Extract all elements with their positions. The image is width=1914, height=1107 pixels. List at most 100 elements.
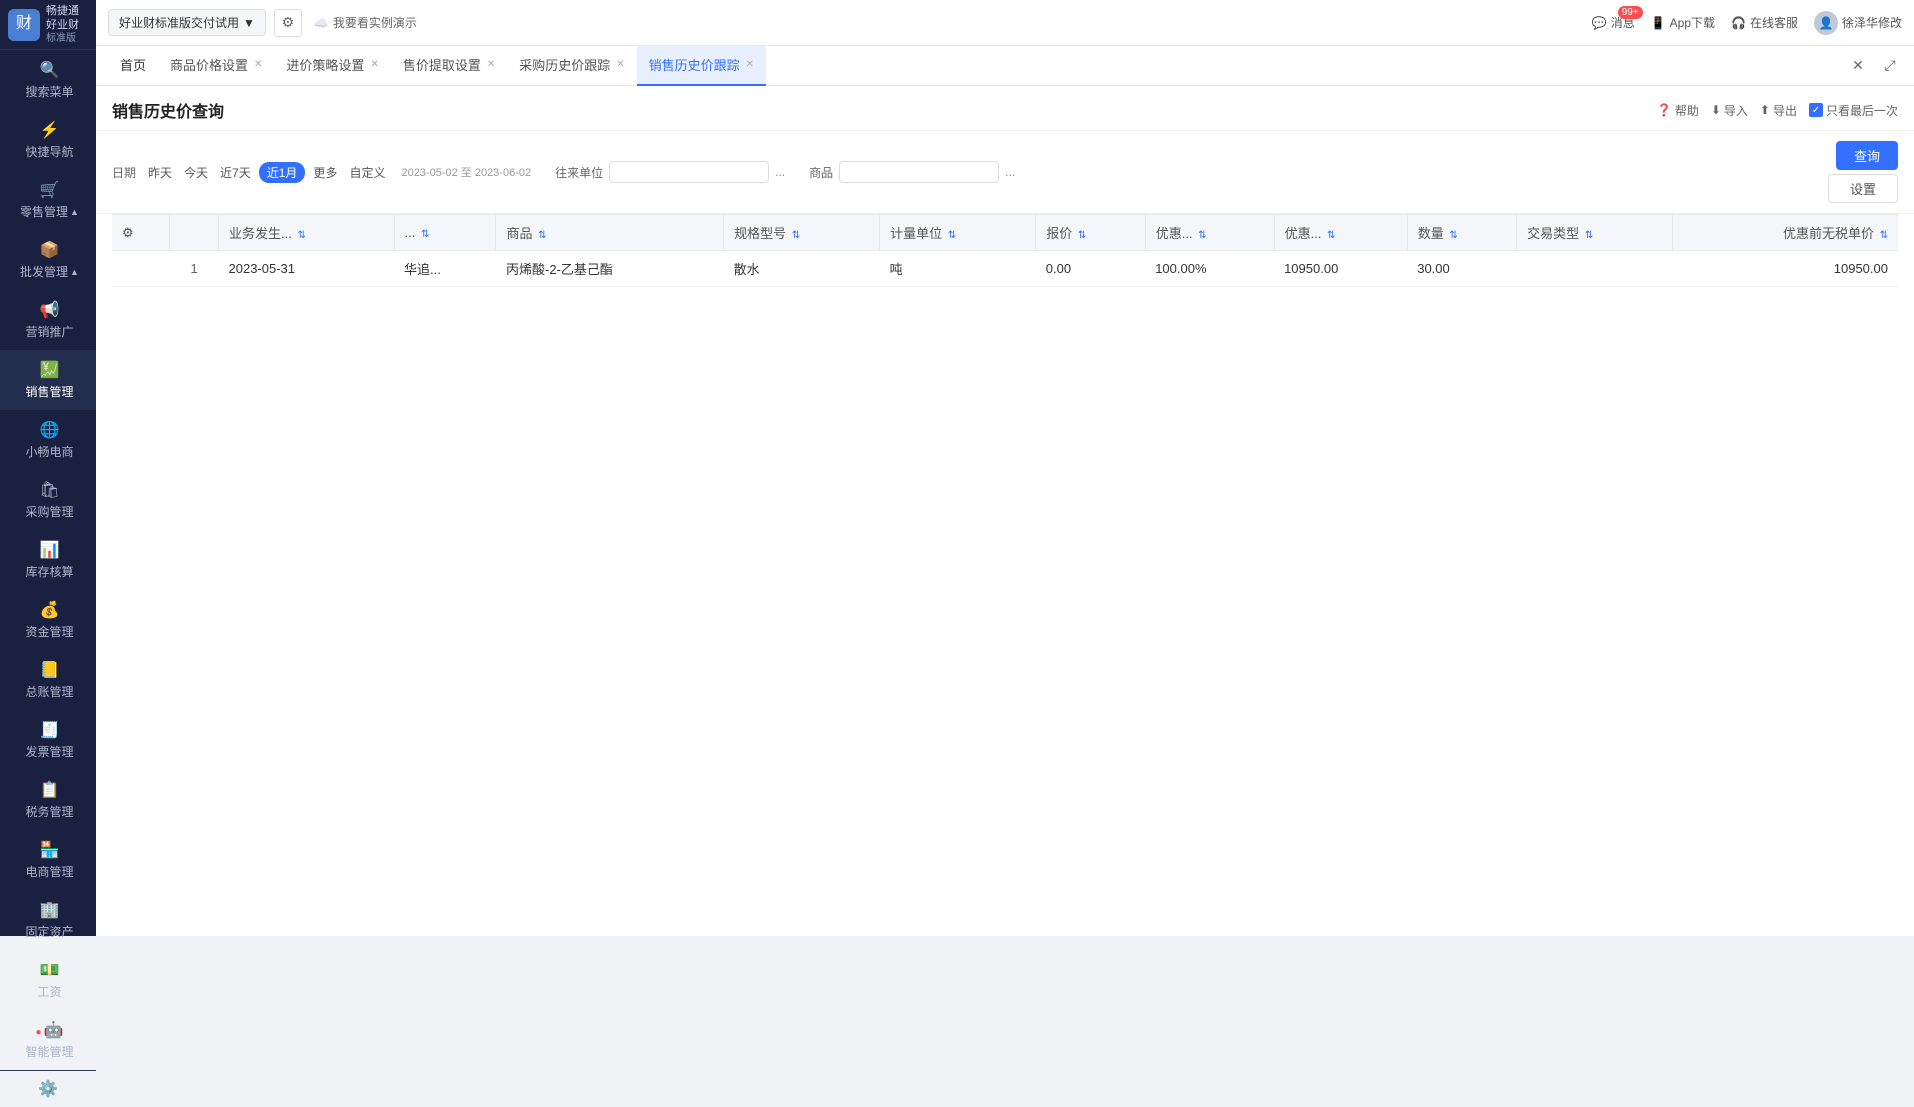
th-index [170,215,219,251]
from-unit-input[interactable] [609,161,769,183]
from-unit-label: 往来单位 [555,164,603,181]
th-price[interactable]: 报价 ⇅ [1036,215,1145,251]
th-date[interactable]: 业务发生... ⇅ [219,215,395,251]
sidebar-item-nav[interactable]: ⚡ 快捷导航 [0,110,96,170]
sidebar-item-tax[interactable]: 📋 税务管理 [0,770,96,830]
date-opt-yesterday[interactable]: 昨天 [144,162,176,183]
sidebar-item-ecom[interactable]: 🌐 小畅电商 [0,410,96,470]
th-discount2[interactable]: 优惠... ⇅ [1274,215,1407,251]
date-filter-label: 日期 [112,164,136,181]
import-icon: ⬇ [1711,103,1721,117]
date-range: 2023-05-02 至 2023-06-02 [401,164,531,180]
th-trade-type[interactable]: 交易类型 ⇅ [1517,215,1673,251]
cell-spec: 散水 [724,251,880,287]
th-quantity[interactable]: 数量 ⇅ [1407,215,1516,251]
sidebar-item-salary[interactable]: 💵 工资 [0,950,96,1010]
filter-bar: 日期 昨天 今天 近7天 近1月 更多 自定义 2023-05-02 至 202… [96,131,1914,214]
sidebar-settings[interactable]: ⚙️ [0,1070,96,1107]
last-only-checkbox[interactable]: ✓ 只看最后一次 [1809,102,1898,119]
cell-quantity: 30.00 [1407,251,1516,287]
th-config[interactable]: ⚙ [112,215,170,251]
demo-button[interactable]: ☁️ 我要看实例演示 [314,14,417,31]
tab-close-purchase-history[interactable]: ✕ [616,59,624,70]
sidebar-item-sales[interactable]: 💹 销售管理 [0,350,96,410]
page-actions: ❓ 帮助 ⬇ 导入 ⬆ 导出 ✓ 只看最后一次 [1657,102,1898,119]
tab-purchase-history[interactable]: 采购历史价跟踪 ✕ [507,46,636,86]
version-dropdown[interactable]: 好业财标准版交付试用 ▼ [108,9,266,36]
wholesale-icon: 📦 [40,240,60,260]
sales-icon: 💹 [40,360,60,380]
settings-button[interactable]: 设置 [1828,174,1898,203]
sidebar-item-ecommerce[interactable]: 🏪 电商管理 [0,830,96,890]
from-unit-filter: 往来单位 ... [555,161,785,183]
date-opt-custom[interactable]: 自定义 [345,162,389,183]
tax-icon: 📋 [40,780,60,800]
checkbox-checked-icon: ✓ [1809,103,1823,117]
sidebar-item-assets[interactable]: 🏢 固定资产 [0,890,96,950]
product-input[interactable] [839,161,999,183]
table-container: ⚙ 业务发生... ⇅ ... ⇅ 商品 ⇅ [96,214,1914,936]
user-menu-button[interactable]: 👤 徐泽华修改 [1814,11,1902,35]
th-pretax-price[interactable]: 优惠前无税单价 ⇅ [1673,215,1898,251]
smart-icon: ●🤖 [36,1020,64,1040]
date-opt-1month[interactable]: 近1月 [259,162,306,183]
tab-price[interactable]: 商品价格设置 ✕ [158,46,274,86]
sidebar-item-marketing[interactable]: 📢 营销推广 [0,290,96,350]
sort-icon-trade-type: ⇅ [1585,230,1593,241]
sidebar-item-ledger[interactable]: 📒 总账管理 [0,650,96,710]
cell-unit: 吨 [880,251,1036,287]
app-download-button[interactable]: 📱 App下载 [1651,14,1715,31]
online-service-button[interactable]: 🎧 在线客服 [1731,14,1798,31]
date-opt-7days[interactable]: 近7天 [216,162,255,183]
main-area: 好业财标准版交付试用 ▼ ⚙ ☁️ 我要看实例演示 💬 消息 99+ 📱 App… [96,0,1914,936]
product-filter: 商品 ... [809,161,1015,183]
tab-strategy[interactable]: 进价策略设置 ✕ [274,46,390,86]
tab-close-strategy[interactable]: ✕ [370,59,378,70]
app-name: 畅捷通好业财 标准版 [46,4,88,46]
ecom-icon: 🌐 [40,420,60,440]
tab-home[interactable]: 首页 [108,46,158,86]
th-more[interactable]: ... ⇅ [394,215,496,251]
sidebar-item-smart[interactable]: ●🤖 智能管理 [0,1010,96,1070]
headset-icon: 🎧 [1731,16,1746,30]
message-button[interactable]: 💬 消息 99+ [1592,14,1635,31]
export-button[interactable]: ⬆ 导出 [1760,102,1797,119]
date-opt-more[interactable]: 更多 [309,162,341,183]
sidebar-item-retail[interactable]: 🛒 零售管理 ▲ [0,170,96,230]
tab-close-extract[interactable]: ✕ [487,59,495,70]
data-table: ⚙ 业务发生... ⇅ ... ⇅ 商品 ⇅ [112,214,1898,287]
tab-close-price[interactable]: ✕ [254,59,262,70]
cell-trade-type [1517,251,1673,287]
date-opt-today[interactable]: 今天 [180,162,212,183]
import-button[interactable]: ⬇ 导入 [1711,102,1748,119]
th-product[interactable]: 商品 ⇅ [496,215,724,251]
help-button[interactable]: ❓ 帮助 [1657,102,1699,119]
assets-icon: 🏢 [40,900,60,920]
sort-icon-discount2: ⇅ [1327,230,1335,241]
close-window-button[interactable]: ✕ [1846,54,1870,78]
th-discount1[interactable]: 优惠... ⇅ [1145,215,1274,251]
sidebar-item-finance[interactable]: 💰 资金管理 [0,590,96,650]
sort-icon-date: ⇅ [297,230,305,241]
sort-icon-product: ⇅ [538,230,546,241]
query-button[interactable]: 查询 [1836,141,1898,170]
sidebar-item-wholesale[interactable]: 📦 批发管理 ▲ [0,230,96,290]
expand-window-button[interactable]: ⤢ [1878,54,1902,78]
tab-extract[interactable]: 售价提取设置 ✕ [391,46,507,86]
tab-sales-history[interactable]: 销售历史价跟踪 ✕ [637,46,766,86]
tab-close-sales-history[interactable]: ✕ [746,59,754,70]
settings-gear-button[interactable]: ⚙ [274,9,302,37]
sidebar-item-inventory[interactable]: 📊 库存核算 [0,530,96,590]
user-icon: 👤 [1819,16,1834,30]
message-icon: 💬 [1592,16,1607,30]
th-spec[interactable]: 规格型号 ⇅ [724,215,880,251]
dropdown-chevron-icon: ▼ [243,16,255,30]
search-icon: 🔍 [40,60,60,80]
topbar: 好业财标准版交付试用 ▼ ⚙ ☁️ 我要看实例演示 💬 消息 99+ 📱 App… [96,0,1914,46]
sidebar-item-invoice[interactable]: 🧾 发票管理 [0,710,96,770]
sidebar-item-purchase[interactable]: 🛍 采购管理 [0,470,96,530]
from-unit-dots[interactable]: ... [775,165,785,179]
th-unit[interactable]: 计量单位 ⇅ [880,215,1036,251]
product-dots[interactable]: ... [1005,165,1015,179]
sidebar-item-search[interactable]: 🔍 搜索菜单 [0,50,96,110]
